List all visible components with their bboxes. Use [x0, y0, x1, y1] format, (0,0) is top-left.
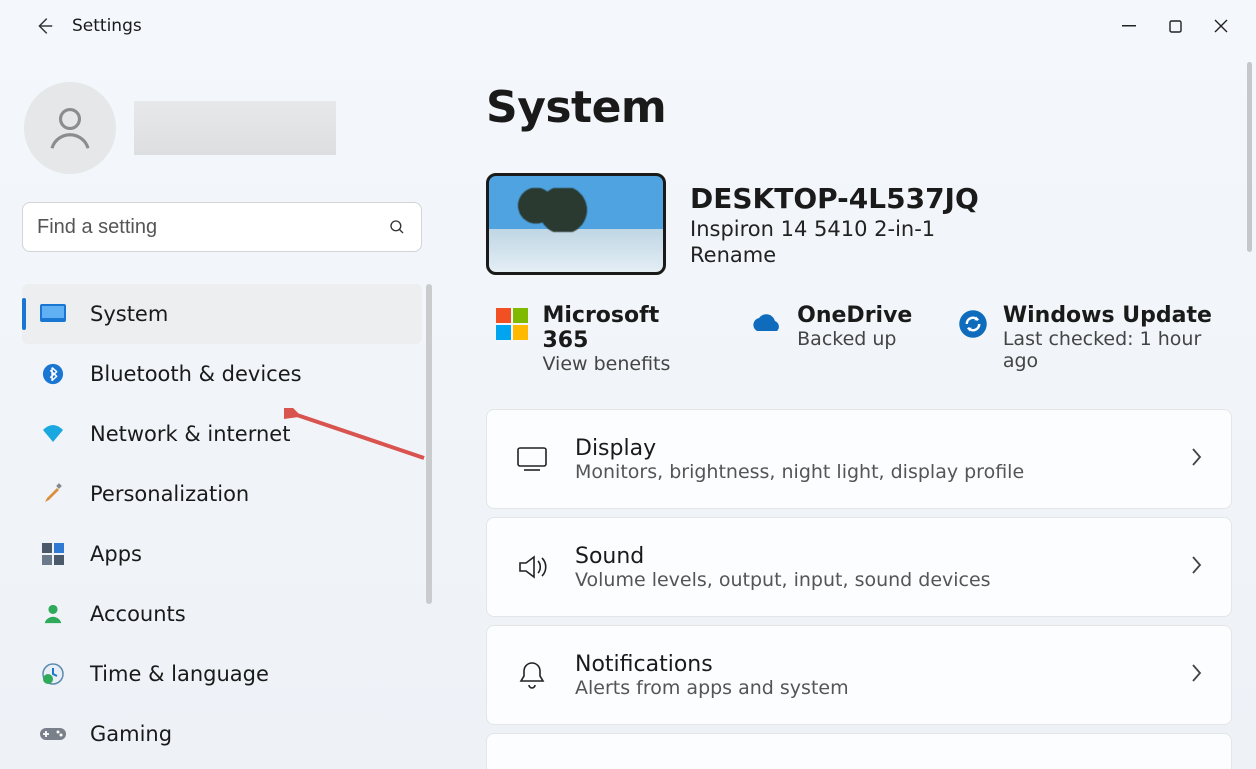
device-summary: DESKTOP-4L537JQ Inspiron 14 5410 2-in-1 …	[486, 173, 1232, 275]
sidebar-item-label: Gaming	[90, 722, 172, 746]
chevron-right-icon	[1189, 554, 1203, 580]
setting-display[interactable]: Display Monitors, brightness, night ligh…	[486, 409, 1232, 509]
search-box[interactable]	[22, 202, 422, 252]
clock-globe-icon	[40, 661, 66, 687]
system-icon	[40, 301, 66, 327]
status-microsoft365[interactable]: Microsoft 365 View benefits	[496, 303, 705, 375]
sidebar-item-label: Apps	[90, 542, 142, 566]
sidebar-item-gaming[interactable]: Gaming	[22, 704, 422, 764]
back-button[interactable]	[24, 6, 64, 46]
setting-sub: Monitors, brightness, night light, displ…	[575, 461, 1163, 483]
window-controls	[1106, 10, 1244, 42]
title-bar: Settings	[0, 0, 1256, 52]
search-icon	[387, 217, 407, 237]
search-input[interactable]	[37, 216, 387, 239]
onedrive-icon	[749, 307, 783, 341]
main-content: System DESKTOP-4L537JQ Inspiron 14 5410 …	[440, 52, 1256, 769]
status-windows-update[interactable]: Windows Update Last checked: 1 hour ago	[956, 303, 1232, 372]
sidebar-item-label: Bluetooth & devices	[90, 362, 302, 386]
setting-title: Display	[575, 436, 1163, 461]
update-sync-icon	[956, 307, 989, 341]
setting-title: Notifications	[575, 652, 1163, 677]
minimize-icon	[1122, 19, 1136, 33]
setting-sub: Volume levels, output, input, sound devi…	[575, 569, 1163, 591]
close-button[interactable]	[1198, 10, 1244, 42]
settings-window: Settings	[0, 0, 1256, 769]
sidebar-item-time[interactable]: Time & language	[22, 644, 422, 704]
chevron-right-icon	[1189, 446, 1203, 472]
profile-block[interactable]	[24, 82, 440, 174]
back-arrow-icon	[33, 15, 55, 37]
sidebar: System Bluetooth & devices Network & int…	[0, 52, 440, 769]
setting-sound[interactable]: Sound Volume levels, output, input, soun…	[486, 517, 1232, 617]
rename-link[interactable]: Rename	[690, 243, 979, 267]
paintbrush-icon	[40, 481, 66, 507]
status-sub: Last checked: 1 hour ago	[1003, 328, 1232, 372]
apps-icon	[40, 541, 66, 567]
status-title: OneDrive	[797, 303, 912, 328]
status-onedrive[interactable]: OneDrive Backed up	[749, 303, 912, 350]
sidebar-item-label: Time & language	[90, 662, 269, 686]
status-sub: View benefits	[542, 353, 705, 375]
page-title: System	[486, 82, 1232, 133]
chevron-right-icon	[1189, 662, 1203, 688]
gamepad-icon	[40, 721, 66, 747]
bell-icon	[515, 658, 549, 692]
accounts-icon	[40, 601, 66, 627]
profile-name-placeholder	[134, 101, 336, 155]
sidebar-item-system[interactable]: System	[22, 284, 422, 344]
maximize-button[interactable]	[1152, 10, 1198, 42]
wallpaper-thumbnail[interactable]	[486, 173, 666, 275]
page-scrollbar[interactable]	[1247, 62, 1252, 252]
sidebar-item-apps[interactable]: Apps	[22, 524, 422, 584]
sound-icon	[515, 550, 549, 584]
sidebar-item-label: Accounts	[90, 602, 186, 626]
status-title: Windows Update	[1003, 303, 1232, 328]
app-body: System Bluetooth & devices Network & int…	[0, 52, 1256, 769]
device-model: Inspiron 14 5410 2-in-1	[690, 217, 979, 241]
avatar	[24, 82, 116, 174]
display-icon	[515, 442, 549, 476]
setting-next-partial[interactable]	[486, 733, 1232, 769]
setting-title: Sound	[575, 544, 1163, 569]
sidebar-scrollbar[interactable]	[426, 284, 432, 604]
sidebar-item-network[interactable]: Network & internet	[22, 404, 422, 464]
minimize-button[interactable]	[1106, 10, 1152, 42]
sidebar-item-bluetooth[interactable]: Bluetooth & devices	[22, 344, 422, 404]
maximize-icon	[1169, 20, 1182, 33]
device-name: DESKTOP-4L537JQ	[690, 182, 979, 215]
nav: System Bluetooth & devices Network & int…	[22, 284, 422, 764]
sidebar-item-label: Network & internet	[90, 422, 290, 446]
setting-sub: Alerts from apps and system	[575, 677, 1163, 699]
microsoft-logo-icon	[496, 307, 528, 341]
person-icon	[43, 101, 97, 155]
status-sub: Backed up	[797, 328, 912, 350]
sidebar-item-accounts[interactable]: Accounts	[22, 584, 422, 644]
app-title: Settings	[72, 16, 142, 36]
close-icon	[1214, 19, 1228, 33]
settings-list: Display Monitors, brightness, night ligh…	[486, 409, 1232, 769]
sidebar-item-label: Personalization	[90, 482, 249, 506]
status-title: Microsoft 365	[542, 303, 705, 353]
sidebar-item-label: System	[90, 302, 168, 326]
setting-notifications[interactable]: Notifications Alerts from apps and syste…	[486, 625, 1232, 725]
bluetooth-icon	[40, 361, 66, 387]
wifi-icon	[40, 421, 66, 447]
status-row: Microsoft 365 View benefits OneDrive Bac…	[486, 303, 1232, 375]
sidebar-item-personalization[interactable]: Personalization	[22, 464, 422, 524]
device-info: DESKTOP-4L537JQ Inspiron 14 5410 2-in-1 …	[690, 182, 979, 267]
